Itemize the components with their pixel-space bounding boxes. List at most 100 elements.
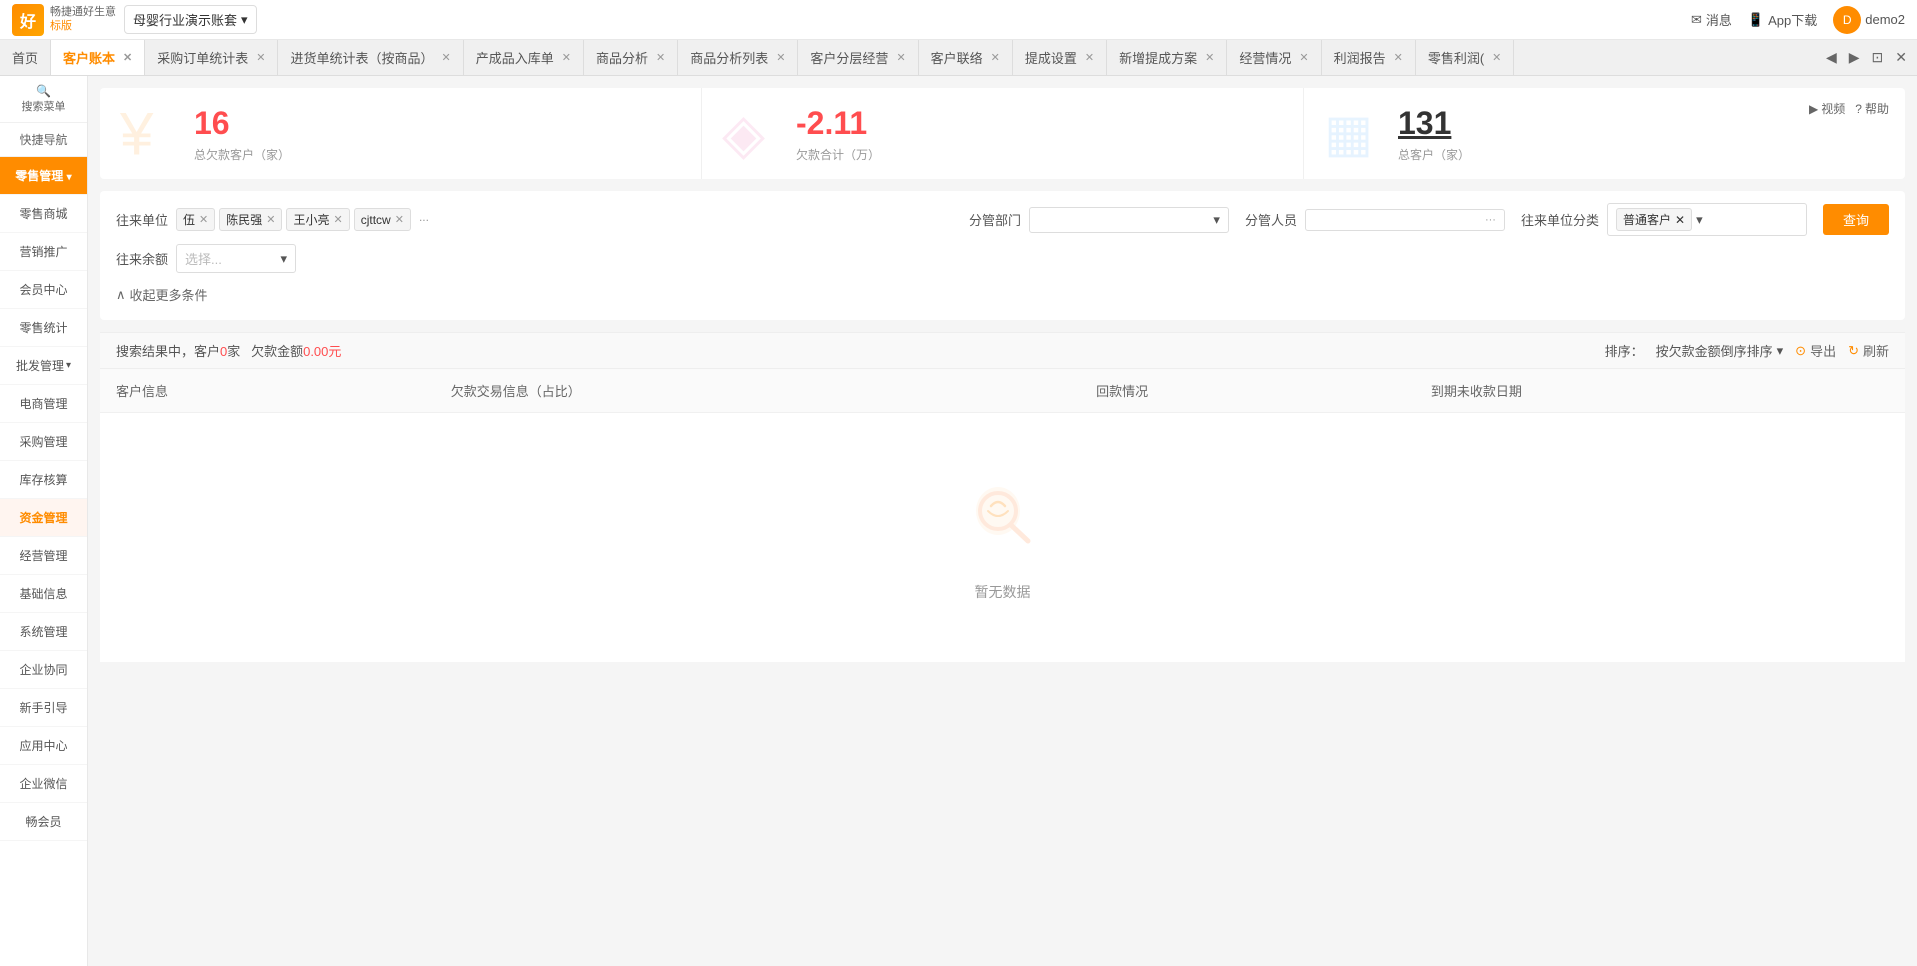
sidebar-quick-nav[interactable]: 快捷导航 [0, 123, 87, 157]
result-actions: 排序： 按欠款金额倒序排序 ▾ ⊙ 导出 ↻ 刷新 [1605, 341, 1889, 360]
sidebar-item-marketing[interactable]: 营销推广 [0, 233, 87, 271]
dots-icon: ··· [1485, 214, 1496, 226]
manager-select[interactable]: ··· [1305, 209, 1505, 231]
sidebar-item-enterprise-wechat[interactable]: 企业微信 [0, 765, 87, 803]
close-icon[interactable]: ✕ [256, 51, 265, 64]
sidebar-item-purchase-mgmt[interactable]: 采购管理 [0, 423, 87, 461]
sort-select[interactable]: 按欠款金额倒序排序 ▾ [1656, 341, 1784, 360]
sidebar-item-system-mgmt[interactable]: 系统管理 [0, 613, 87, 651]
tab-new-promotion[interactable]: 新增提成方案 ✕ [1107, 40, 1227, 75]
sidebar-item-enterprise-coop[interactable]: 企业协同 [0, 651, 87, 689]
table-header: 客户信息 欠款交易信息（占比） 回款情况 到期未收款日期 [100, 369, 1905, 413]
tab-home[interactable]: 首页 [0, 40, 51, 75]
sidebar-item-app-center[interactable]: 应用中心 [0, 727, 87, 765]
video-btn[interactable]: ▶ 视频 [1809, 100, 1845, 117]
tab-controls: ◀ ▶ ⊡ ✕ [1816, 40, 1917, 75]
filter-tags: 伍 ✕ 陈民强 ✕ 王小亮 ✕ cjttcw ✕ ... [176, 208, 953, 231]
tab-scroll-right[interactable]: ▶ [1845, 49, 1864, 66]
filter-tag-wang[interactable]: 王小亮 ✕ [286, 208, 349, 231]
sidebar-search[interactable]: 🔍 搜索菜单 [0, 76, 87, 123]
tab-scroll-left[interactable]: ◀ [1822, 49, 1841, 66]
sidebar-item-capital-mgmt[interactable]: 资金管理 [0, 499, 87, 537]
filter-tag-wu[interactable]: 伍 ✕ [176, 208, 215, 231]
tab-profit-report[interactable]: 利润报告 ✕ [1322, 40, 1416, 75]
tab-customers[interactable]: 客户账本 ✕ [51, 40, 145, 75]
table-container: 搜索结果中，客户0家 欠款金额0.00元 排序： 按欠款金额倒序排序 ▾ ⊙ 导… [100, 332, 1905, 662]
sidebar-item-basic-info[interactable]: 基础信息 [0, 575, 87, 613]
filter-tag-chen[interactable]: 陈民强 ✕ [219, 208, 282, 231]
remove-icon[interactable]: ✕ [395, 213, 404, 226]
filter-more-btn[interactable]: ... [415, 208, 433, 231]
remove-icon[interactable]: ✕ [1675, 213, 1685, 227]
sidebar-item-retail-stats[interactable]: 零售统计 [0, 309, 87, 347]
app-download-btn[interactable]: 📱 App下载 [1748, 10, 1817, 29]
remove-icon[interactable]: ✕ [334, 213, 343, 226]
remaining-select[interactable]: 选择... ▾ [176, 244, 296, 273]
tab-customer-contact[interactable]: 客户联络 ✕ [919, 40, 1013, 75]
export-btn[interactable]: ⊙ 导出 [1795, 341, 1836, 360]
building-icon: ▦ [1324, 104, 1373, 164]
sidebar-item-retail-mgmt[interactable]: 零售管理 ▾ [0, 157, 87, 195]
tab-business-status[interactable]: 经营情况 ✕ [1227, 40, 1321, 75]
sidebar-item-retail-mall[interactable]: 零售商城 [0, 195, 87, 233]
tab-promotion-settings[interactable]: 提成设置 ✕ [1013, 40, 1107, 75]
tab-goods-analysis-list[interactable]: 商品分析列表 ✕ [678, 40, 798, 75]
tab-maximize[interactable]: ⊡ [1868, 49, 1888, 66]
stat-label-customers: 总欠款客户（家） [194, 146, 290, 163]
chevron-down-icon: ▾ [241, 12, 248, 28]
close-icon[interactable]: ✕ [1492, 51, 1501, 64]
close-icon[interactable]: ✕ [123, 51, 132, 64]
sidebar-item-business-mgmt[interactable]: 经营管理 [0, 537, 87, 575]
sidebar-item-member-center[interactable]: 会员中心 [0, 271, 87, 309]
close-icon[interactable]: ✕ [776, 51, 785, 64]
close-icon[interactable]: ✕ [562, 51, 571, 64]
close-icon[interactable]: ✕ [1299, 51, 1308, 64]
close-icon[interactable]: ✕ [896, 51, 905, 64]
sidebar-item-member-vip[interactable]: 畅会员 [0, 803, 87, 841]
sidebar-item-ecommerce[interactable]: 电商管理 [0, 385, 87, 423]
refresh-btn[interactable]: ↻ 刷新 [1848, 341, 1889, 360]
tab-inbound-stats[interactable]: 进货单统计表（按商品） ✕ [278, 40, 463, 75]
remaining-label: 往来余额 [116, 249, 168, 268]
header-right: ✉ 消息 📱 App下载 D demo2 [1691, 6, 1905, 34]
stat-card-credit-customers: ¥ 16 总欠款客户（家） [100, 88, 702, 179]
message-btn[interactable]: ✉ 消息 [1691, 10, 1732, 29]
tab-product-inbound[interactable]: 产成品入库单 ✕ [464, 40, 584, 75]
sidebar-item-inventory[interactable]: 库存核算 [0, 461, 87, 499]
stat-value-customers: 16 [194, 104, 290, 142]
remove-icon[interactable]: ✕ [266, 213, 275, 226]
customer-count-value: 0 [220, 344, 227, 359]
user-menu[interactable]: D demo2 [1833, 6, 1905, 34]
tab-goods-analysis[interactable]: 商品分析 ✕ [584, 40, 678, 75]
yuan-icon: ¥ [120, 99, 153, 168]
credit-value: 0.00元 [303, 344, 341, 359]
collapse-btn[interactable]: ∧ 收起更多条件 [116, 285, 1889, 304]
empty-icon [963, 473, 1043, 570]
sidebar-item-wholesale-mgmt[interactable]: 批发管理 ▾ [0, 347, 87, 385]
tab-customer-segment[interactable]: 客户分层经营 ✕ [798, 40, 918, 75]
store-selector[interactable]: 母婴行业演示账套 ▾ [124, 5, 257, 34]
stat-label-total: 总客户（家） [1398, 146, 1470, 163]
remove-icon[interactable]: ✕ [199, 213, 208, 226]
close-icon[interactable]: ✕ [1394, 51, 1403, 64]
chevron-up-icon: ∧ [116, 287, 126, 303]
result-info: 搜索结果中，客户0家 欠款金额0.00元 [116, 341, 341, 360]
tab-purchase-order[interactable]: 采购订单统计表 ✕ [145, 40, 278, 75]
chevron-down-icon: ▾ [1696, 212, 1703, 228]
unit-class-select[interactable]: 普通客户 ✕ ▾ [1607, 203, 1807, 236]
tab-close-all[interactable]: ✕ [1891, 49, 1911, 66]
help-btn[interactable]: ? 帮助 [1855, 100, 1889, 117]
export-icon: ⊙ [1795, 343, 1806, 359]
close-icon[interactable]: ✕ [656, 51, 665, 64]
close-icon[interactable]: ✕ [991, 51, 1000, 64]
dept-select[interactable]: ▾ [1029, 207, 1229, 233]
sidebar-item-newbie-guide[interactable]: 新手引导 [0, 689, 87, 727]
query-button[interactable]: 查询 [1823, 204, 1889, 235]
download-icon: 📱 [1748, 12, 1764, 28]
tab-retail-profit[interactable]: 零售利润( ✕ [1416, 40, 1515, 75]
collapse-row: ∧ 收起更多条件 [116, 281, 1889, 308]
close-icon[interactable]: ✕ [442, 51, 451, 64]
close-icon[interactable]: ✕ [1205, 51, 1214, 64]
filter-tag-cjttcw[interactable]: cjttcw ✕ [354, 208, 411, 231]
close-icon[interactable]: ✕ [1085, 51, 1094, 64]
